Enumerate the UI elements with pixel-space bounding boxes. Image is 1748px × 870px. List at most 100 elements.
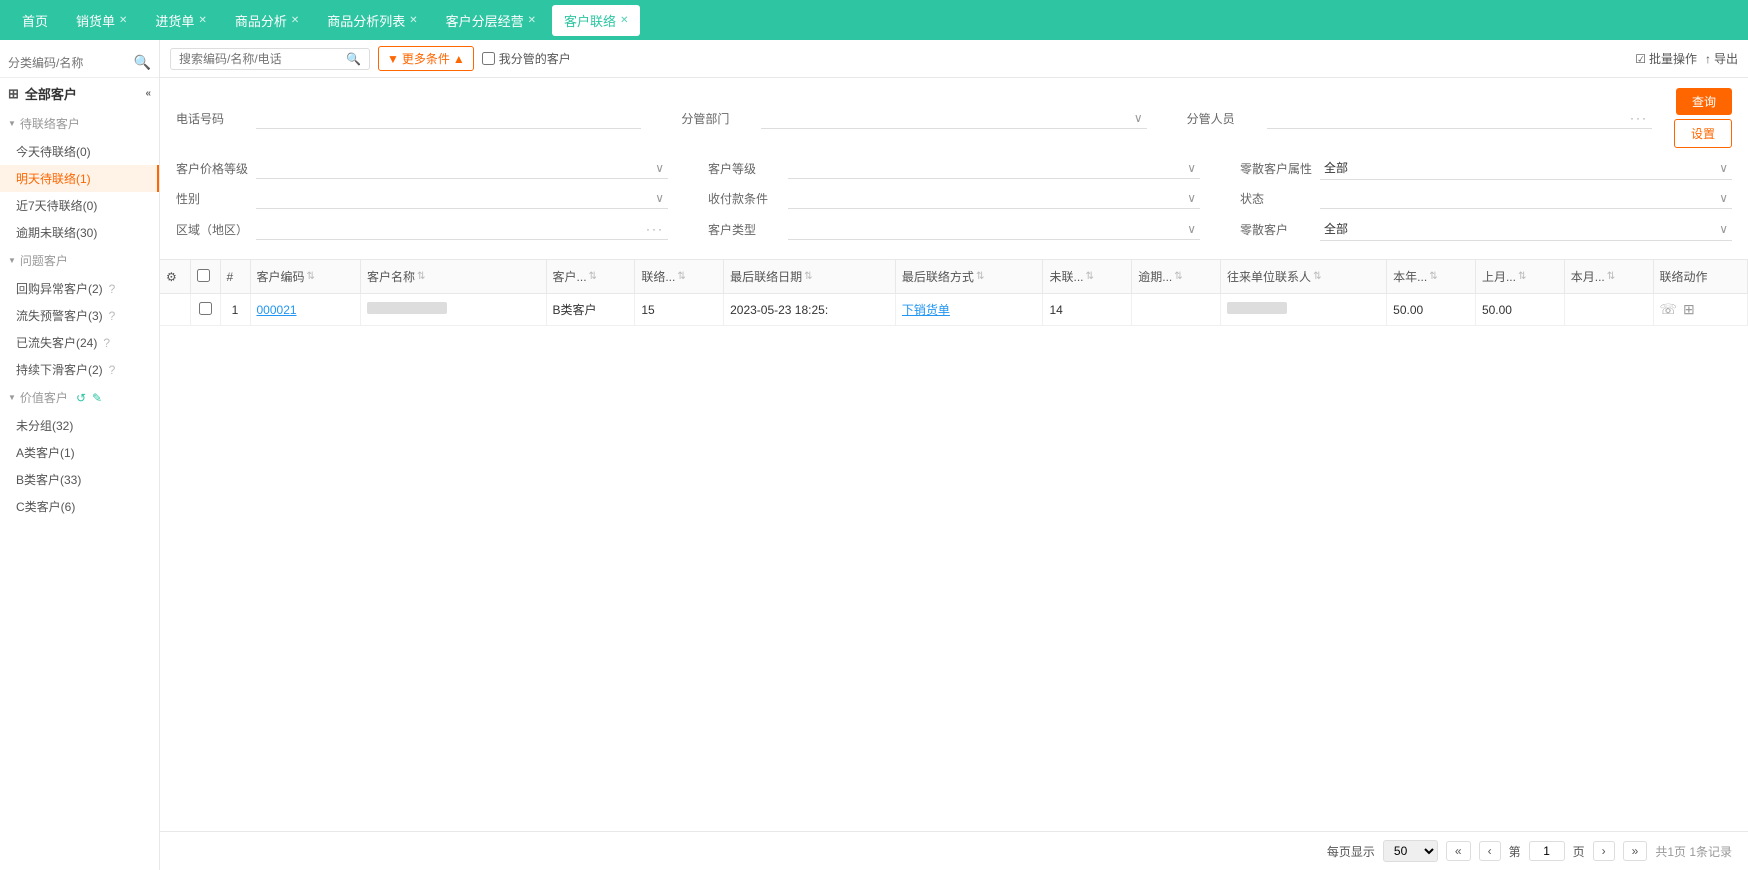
sidebar-item-churn-warning[interactable]: 流失预警客户(3) ?: [0, 302, 159, 329]
sidebar-item-ungrouped[interactable]: 未分组(32): [0, 412, 159, 439]
export-icon: ↑: [1705, 52, 1711, 66]
filter-row-2: 客户价格等级 ∨ 客户等级 ∨ 零散客户属性: [176, 156, 1732, 180]
sidebar-item-overdue-contact[interactable]: 逾期未联络(30): [0, 219, 159, 246]
nav-product-analysis-list[interactable]: 商品分析列表 ✕: [315, 5, 429, 36]
customer-level-label: 客户等级: [708, 160, 788, 177]
row-checkbox[interactable]: [199, 302, 212, 315]
th-this-month[interactable]: 本月...⇅: [1564, 260, 1653, 294]
row-last-contact-method[interactable]: 下销货单: [895, 294, 1043, 326]
search-icon[interactable]: 🔍: [346, 52, 361, 66]
nav-sales-order[interactable]: 销货单 ✕: [64, 5, 139, 36]
sidebar-search-area: 🔍: [0, 48, 159, 78]
th-check[interactable]: [190, 260, 220, 294]
page-size-label: 每页显示: [1327, 843, 1375, 860]
manager-select[interactable]: ···: [1267, 108, 1652, 129]
filter-gender: 性别 ∨: [176, 188, 668, 209]
th-contact[interactable]: 联络...⇅: [635, 260, 724, 294]
gender-select[interactable]: ∨: [256, 188, 668, 209]
page-number-input[interactable]: [1529, 841, 1565, 861]
row-code[interactable]: 000021: [250, 294, 360, 326]
query-button[interactable]: 查询: [1676, 88, 1732, 115]
sidebar-item-class-b[interactable]: B类客户(33): [0, 466, 159, 493]
customer-type-select[interactable]: ∨: [788, 219, 1200, 240]
th-this-year[interactable]: 本年...⇅: [1387, 260, 1476, 294]
next-page-button[interactable]: ›: [1593, 841, 1615, 861]
sidebar-all-customers[interactable]: ⊞ 全部客户 «: [0, 78, 159, 109]
th-no-contact[interactable]: 未联...⇅: [1043, 260, 1132, 294]
page-unit: 页: [1573, 843, 1585, 860]
page-label: 第: [1509, 843, 1521, 860]
th-contact-person[interactable]: 往来单位联系人⇅: [1221, 260, 1387, 294]
last-page-button[interactable]: »: [1623, 841, 1648, 861]
my-customers-checkbox[interactable]: [482, 52, 495, 65]
nav-customer-segmentation[interactable]: 客户分层经营 ✕: [434, 5, 548, 36]
th-last-month[interactable]: 上月...⇅: [1475, 260, 1564, 294]
retail-customer-value: 全部: [1324, 220, 1348, 237]
batch-operation-button[interactable]: ☑ 批量操作: [1635, 50, 1697, 67]
payment-select[interactable]: ∨: [788, 188, 1200, 209]
first-page-button[interactable]: «: [1446, 841, 1471, 861]
nav-home[interactable]: 首页: [10, 5, 60, 36]
nav-close-sales[interactable]: ✕: [119, 15, 127, 26]
refresh-icon[interactable]: ↺: [76, 391, 86, 405]
nav-close-product-analysis[interactable]: ✕: [291, 15, 299, 26]
payment-label: 收付款条件: [708, 190, 788, 207]
th-action: 联络动作: [1653, 260, 1747, 294]
retail-customer-label: 零散客户: [1240, 221, 1320, 238]
sidebar-item-repurchase-anomaly[interactable]: 回购异常客户(2) ?: [0, 275, 159, 302]
setting-button[interactable]: 设置: [1674, 119, 1732, 148]
status-label: 状态: [1240, 190, 1320, 207]
nav-product-analysis[interactable]: 商品分析 ✕: [223, 5, 311, 36]
sidebar-search-icon[interactable]: 🔍: [134, 54, 151, 71]
sidebar-item-churned[interactable]: 已流失客户(24) ?: [0, 329, 159, 356]
nav-close-customer-seg[interactable]: ✕: [528, 15, 536, 26]
sort-icon-overdue: ⇅: [1174, 271, 1182, 282]
th-last-contact-method[interactable]: 最后联络方式⇅: [895, 260, 1043, 294]
nav-close-product-analysis-list[interactable]: ✕: [409, 15, 417, 26]
select-all-checkbox[interactable]: [197, 269, 210, 282]
filter-bar: 🔍 ▼ 更多条件 ▲ 我分管的客户 ☑ 批量操作 ↑ 导出: [160, 40, 1748, 78]
sidebar-search-input[interactable]: [8, 56, 134, 70]
sidebar-item-tomorrow-contact[interactable]: 明天待联络(1): [0, 165, 159, 192]
more-conditions-button[interactable]: ▼ 更多条件 ▲: [378, 46, 474, 71]
edit-icon[interactable]: ✎: [92, 391, 102, 405]
sidebar-item-declining[interactable]: 持续下滑客户(2) ?: [0, 356, 159, 383]
status-select[interactable]: ∨: [1320, 188, 1732, 209]
export-button[interactable]: ↑ 导出: [1705, 50, 1738, 67]
th-last-contact-date[interactable]: 最后联络日期⇅: [724, 260, 896, 294]
sidebar-item-today-contact[interactable]: 今天待联络(0): [0, 138, 159, 165]
sort-icon-name: ⇅: [417, 271, 425, 282]
dept-select[interactable]: ∨: [761, 108, 1146, 129]
sort-icon-last-month: ⇅: [1518, 271, 1526, 282]
prev-page-button[interactable]: ‹: [1479, 841, 1501, 861]
search-input[interactable]: [179, 52, 346, 66]
retail-customer-select[interactable]: 全部 ∨: [1320, 217, 1732, 241]
more-icon[interactable]: ⊞: [1683, 301, 1695, 318]
price-level-select[interactable]: ∨: [256, 158, 668, 179]
th-gear[interactable]: ⚙: [160, 260, 190, 294]
th-overdue[interactable]: 逾期...⇅: [1132, 260, 1221, 294]
row-check[interactable]: [190, 294, 220, 326]
sidebar-item-7days-contact[interactable]: 近7天待联络(0): [0, 192, 159, 219]
sidebar-item-class-c[interactable]: C类客户(6): [0, 493, 159, 520]
th-name[interactable]: 客户名称⇅: [360, 260, 546, 294]
retail-attr-select[interactable]: 全部 ∨: [1320, 156, 1732, 180]
region-select[interactable]: ···: [256, 219, 668, 240]
th-type[interactable]: 客户...⇅: [546, 260, 635, 294]
filter-right-actions: ☑ 批量操作 ↑ 导出: [1635, 50, 1738, 67]
customer-level-select[interactable]: ∨: [788, 158, 1200, 179]
phone-input[interactable]: [256, 108, 641, 129]
nav-close-customer-contact[interactable]: ✕: [620, 15, 628, 26]
nav-customer-contact[interactable]: 客户联络 ✕: [552, 5, 640, 36]
th-code[interactable]: 客户编码⇅: [250, 260, 360, 294]
contact-icon[interactable]: ☏: [1660, 301, 1678, 318]
my-customers-checkbox-label[interactable]: 我分管的客户: [482, 50, 571, 67]
nav-purchase-order[interactable]: 进货单 ✕: [143, 5, 218, 36]
page-size-select[interactable]: 50 100 200: [1383, 840, 1438, 862]
sidebar-item-class-a[interactable]: A类客户(1): [0, 439, 159, 466]
nav-close-purchase[interactable]: ✕: [198, 15, 206, 26]
filter-manager: 分管人员 ···: [1187, 108, 1652, 129]
sort-icon-method: ⇅: [976, 271, 984, 282]
gender-arrow: ∨: [655, 191, 664, 205]
retail-attr-label: 零散客户属性: [1240, 160, 1320, 177]
